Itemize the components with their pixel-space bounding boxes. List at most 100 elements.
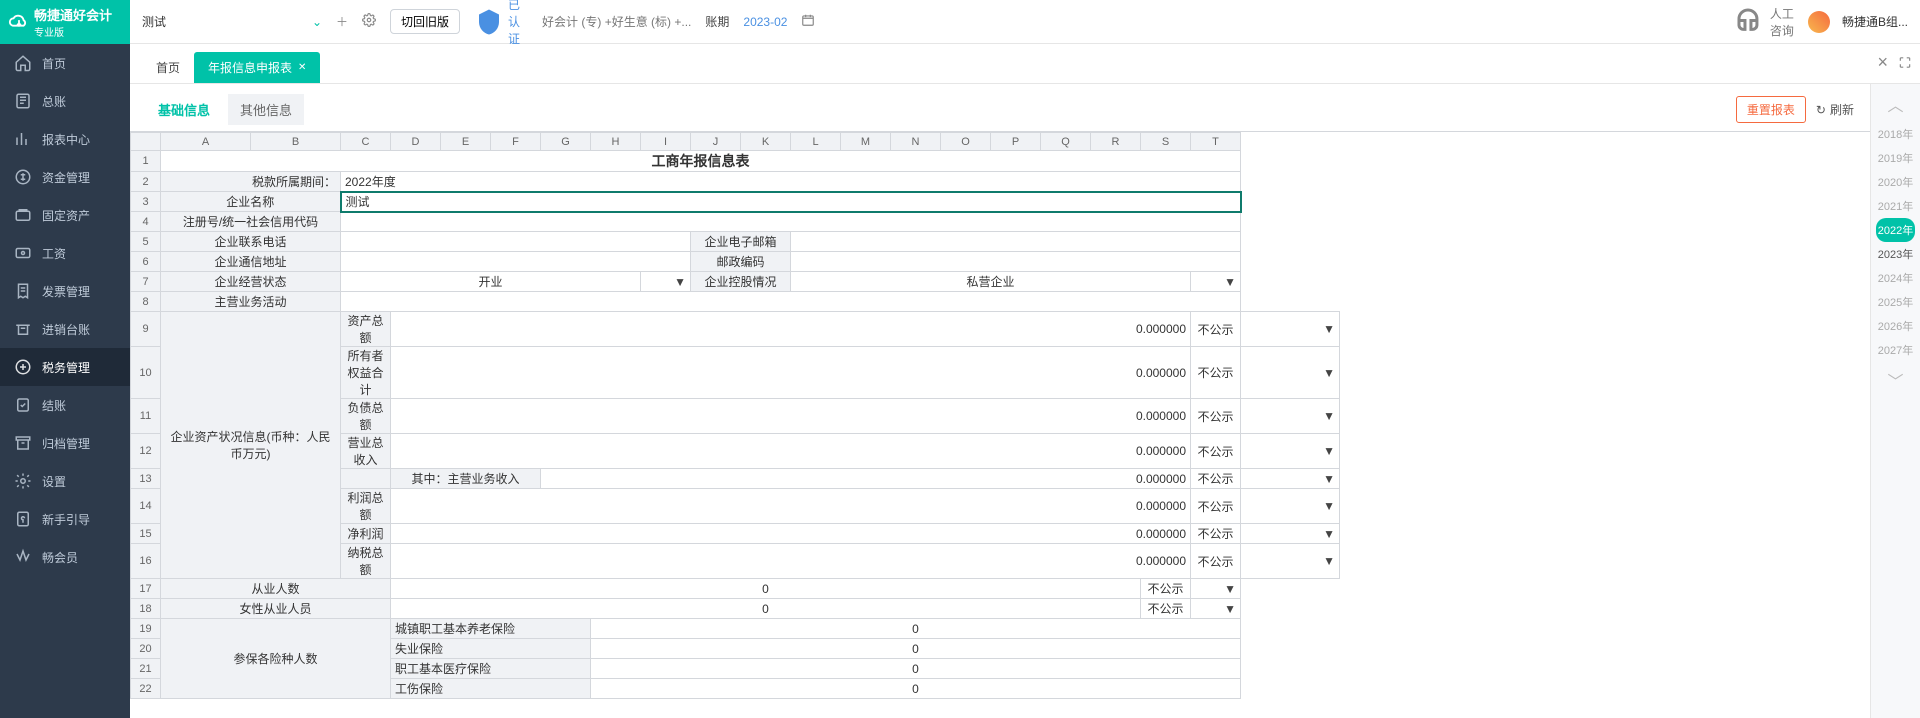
dropdown-icon[interactable]: ▼ [1241,524,1340,544]
sidebar-item-salary[interactable]: 工资 [0,234,130,272]
row-header[interactable]: 15 [131,524,161,544]
year-option[interactable]: 2023年 [1876,242,1915,266]
col-header[interactable]: O [941,133,991,151]
value-cell[interactable]: 0 [391,579,1141,599]
switch-old-button[interactable]: 切回旧版 [390,9,460,34]
year-down-icon[interactable]: ﹀ [1887,368,1903,392]
company-name-cell[interactable]: 测试 [341,192,1241,212]
col-header[interactable]: C [341,133,391,151]
value-cell[interactable]: 0.000000 [391,524,1191,544]
sidebar-item-home[interactable]: 首页 [0,44,130,82]
dropdown-icon[interactable]: ▼ [1241,312,1340,347]
col-header[interactable]: S [1141,133,1191,151]
row-header[interactable]: 13 [131,469,161,489]
col-header[interactable]: T [1191,133,1241,151]
row-header[interactable]: 11 [131,399,161,434]
sheet-tab-other[interactable]: 其他信息 [228,94,304,125]
row-header[interactable]: 1 [131,151,161,172]
sidebar-item-settings[interactable]: 设置 [0,462,130,500]
value-cell[interactable]: 0 [591,679,1241,699]
row-header[interactable]: 17 [131,579,161,599]
row-header[interactable]: 8 [131,292,161,312]
value-cell[interactable]: 0.000000 [391,489,1191,524]
reset-report-button[interactable]: 重置报表 [1736,96,1806,123]
publish-select[interactable]: 不公示 [1191,544,1241,579]
cell[interactable] [341,292,1241,312]
cell[interactable] [791,252,1241,272]
col-header[interactable]: D [391,133,441,151]
period-value[interactable]: 2023-02 [743,15,787,29]
publish-select[interactable]: 不公示 [1141,579,1191,599]
value-cell[interactable]: 0 [591,659,1241,679]
sidebar-item-close-books[interactable]: 结账 [0,386,130,424]
row-header[interactable]: 14 [131,489,161,524]
publish-select[interactable]: 不公示 [1191,434,1241,469]
col-header[interactable]: R [1091,133,1141,151]
col-header[interactable]: E [441,133,491,151]
dropdown-icon[interactable]: ▼ [1191,599,1241,619]
dropdown-icon[interactable]: ▼ [1241,399,1340,434]
dropdown-icon[interactable]: ▼ [641,272,691,292]
col-header[interactable]: K [741,133,791,151]
row-header[interactable]: 12 [131,434,161,469]
year-option[interactable]: 2019年 [1876,146,1915,170]
username[interactable]: 畅捷通B组... [1842,13,1908,30]
sidebar-item-fund[interactable]: 资金管理 [0,158,130,196]
year-option[interactable]: 2022年 [1876,218,1915,242]
col-header[interactable]: J [691,133,741,151]
cell[interactable] [341,252,691,272]
tab-annual-report[interactable]: 年报信息申报表 ✕ [194,52,320,83]
row-header[interactable]: 9 [131,312,161,347]
spreadsheet[interactable]: ABCDEFGHIJKLMNOPQRST1工商年报信息表2税款所属期间：2022… [130,131,1870,718]
publish-select[interactable]: 不公示 [1191,469,1241,489]
cell[interactable]: 私营企业 [791,272,1191,292]
year-option[interactable]: 2020年 [1876,170,1915,194]
col-header[interactable]: A [161,133,251,151]
row-header[interactable]: 10 [131,347,161,399]
publish-select[interactable]: 不公示 [1191,399,1241,434]
fullscreen-icon[interactable] [1898,52,1912,73]
dropdown-icon[interactable]: ▼ [1241,469,1340,489]
sidebar-item-archive[interactable]: 归档管理 [0,424,130,462]
value-cell[interactable]: 0.000000 [391,434,1191,469]
col-header[interactable]: N [891,133,941,151]
value-cell[interactable]: 0.000000 [391,312,1191,347]
sidebar-item-asset[interactable]: 固定资产 [0,196,130,234]
year-option[interactable]: 2027年 [1876,338,1915,362]
value-cell[interactable]: 0 [391,599,1141,619]
sidebar-item-guide[interactable]: 新手引导 [0,500,130,538]
row-header[interactable]: 22 [131,679,161,699]
year-option[interactable]: 2026年 [1876,314,1915,338]
row-header[interactable]: 5 [131,232,161,252]
company-selector[interactable]: 测试 ⌄ [142,13,322,30]
publish-select[interactable]: 不公示 [1141,599,1191,619]
col-header[interactable]: H [591,133,641,151]
year-option[interactable]: 2025年 [1876,290,1915,314]
col-header[interactable]: I [641,133,691,151]
row-header[interactable]: 19 [131,619,161,639]
dropdown-icon[interactable]: ▼ [1241,489,1340,524]
row-header[interactable]: 4 [131,212,161,232]
publish-select[interactable]: 不公示 [1191,312,1241,347]
sheet-tab-basic[interactable]: 基础信息 [146,94,222,125]
col-header[interactable]: L [791,133,841,151]
gear-icon[interactable] [362,13,376,30]
value-cell[interactable]: 0.000000 [541,469,1191,489]
sidebar-item-ledger[interactable]: 总账 [0,82,130,120]
col-header[interactable]: G [541,133,591,151]
avatar[interactable] [1808,11,1830,33]
row-header[interactable]: 20 [131,639,161,659]
value-cell[interactable]: 0 [591,639,1241,659]
col-header[interactable]: Q [1041,133,1091,151]
sidebar-item-vip[interactable]: 畅会员 [0,538,130,576]
sidebar-item-report[interactable]: 报表中心 [0,120,130,158]
publish-select[interactable]: 不公示 [1191,524,1241,544]
dropdown-icon[interactable]: ▼ [1191,579,1241,599]
year-option[interactable]: 2018年 [1876,122,1915,146]
row-header[interactable]: 7 [131,272,161,292]
value-cell[interactable]: 0 [591,619,1241,639]
col-header[interactable]: M [841,133,891,151]
add-icon[interactable]: ＋ [336,13,348,30]
row-header[interactable]: 21 [131,659,161,679]
close-all-icon[interactable]: × [1877,52,1888,73]
